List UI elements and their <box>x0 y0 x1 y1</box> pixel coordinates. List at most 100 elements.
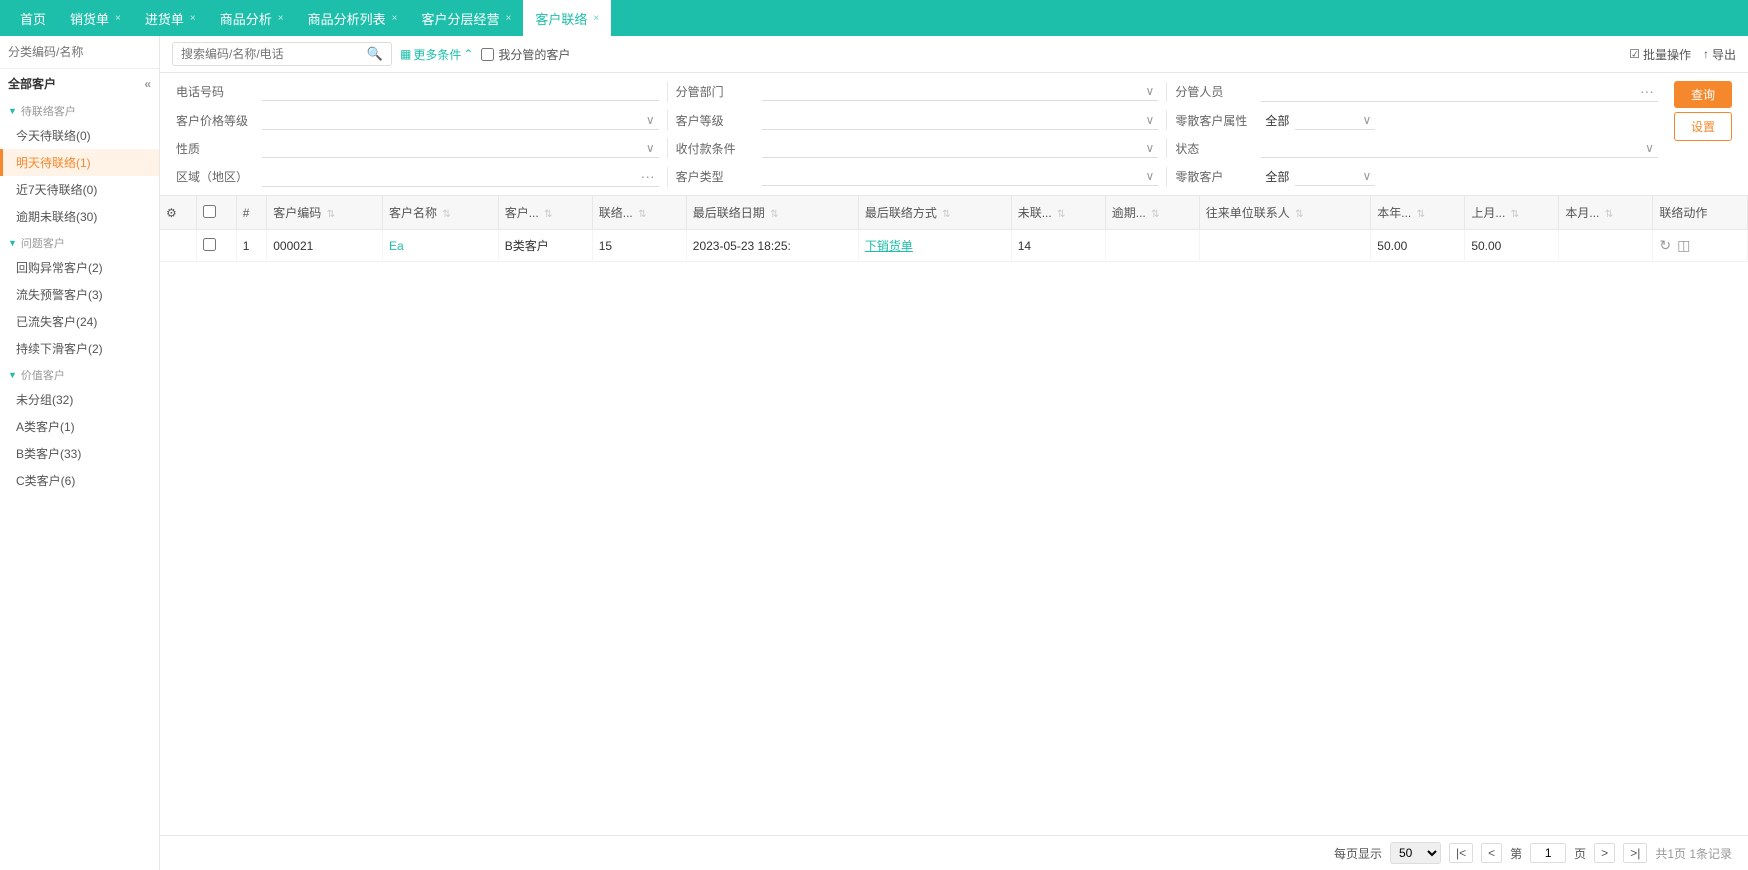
sidebar-item[interactable]: 逾期未联络(30) <box>0 203 159 230</box>
my-customers-checkbox[interactable]: 我分管的客户 <box>481 46 570 63</box>
collapse-icon[interactable]: « <box>144 77 151 91</box>
sidebar-item[interactable]: B类客户(33) <box>0 440 159 467</box>
sidebar-item[interactable]: 回购异常客户(2) <box>0 254 159 281</box>
sidebar-item[interactable]: 持续下滑客户(2) <box>0 335 159 362</box>
export-btn[interactable]: ↑ 导出 <box>1703 46 1736 63</box>
chevron-down-icon-2: ∨ <box>646 113 655 127</box>
filter-price-level-select[interactable]: ∨ <box>262 111 659 130</box>
col-company-contact[interactable]: 往来单位联系人 ⇅ <box>1199 196 1370 230</box>
nav-item-销货单[interactable]: 销货单× <box>58 0 133 36</box>
col-last-month[interactable]: 上月... ⇅ <box>1465 196 1559 230</box>
nav-item-进货单[interactable]: 进货单× <box>133 0 208 36</box>
ellipsis-icon-2: ··· <box>641 168 655 184</box>
close-icon[interactable]: × <box>278 13 284 24</box>
row-name[interactable]: Ea <box>382 230 498 262</box>
grid-action-icon[interactable]: ◫ <box>1677 237 1690 254</box>
sidebar: 🔍 全部客户 « 待联络客户今天待联络(0)明天待联络(1)近7天待联络(0)逾… <box>0 36 160 870</box>
nav-item-商品分析[interactable]: 商品分析× <box>208 0 296 36</box>
filter-payment-select[interactable]: ∨ <box>762 139 1159 158</box>
sidebar-item[interactable]: 流失预警客户(3) <box>0 281 159 308</box>
close-icon[interactable]: × <box>505 13 511 24</box>
filter-retail-attr-select[interactable]: ∨ <box>1295 111 1375 130</box>
sidebar-group-待联络客户[interactable]: 待联络客户 <box>0 98 159 122</box>
chevron-down-icon-7: ∨ <box>1645 141 1654 155</box>
nav-item-首页[interactable]: 首页 <box>8 0 58 36</box>
row-this-year: 50.00 <box>1371 230 1465 262</box>
close-icon[interactable]: × <box>392 13 398 24</box>
row-last-contact-method[interactable]: 下销货单 <box>858 230 1011 262</box>
col-overdue[interactable]: 逾期... ⇅ <box>1105 196 1199 230</box>
more-conditions-btn[interactable]: ▦ 更多条件 ⌃ <box>400 46 473 63</box>
col-not-contacted[interactable]: 未联... ⇅ <box>1011 196 1105 230</box>
row-checkbox[interactable] <box>196 230 236 262</box>
filter-manager-select[interactable]: ··· <box>1261 81 1658 102</box>
batch-op-icon: ☑ <box>1629 47 1640 61</box>
sidebar-group-问题客户[interactable]: 问题客户 <box>0 230 159 254</box>
per-page-select[interactable]: 50 100 <box>1390 842 1441 864</box>
col-this-year[interactable]: 本年... ⇅ <box>1371 196 1465 230</box>
next-page-btn[interactable]: > <box>1594 843 1615 863</box>
row-select-checkbox[interactable] <box>203 238 216 251</box>
filter-retail-select[interactable]: ∨ <box>1295 167 1375 186</box>
col-type[interactable]: 客户... ⇅ <box>498 196 592 230</box>
filter-icon: ▦ <box>400 47 411 61</box>
sidebar-item[interactable]: 未分组(32) <box>0 386 159 413</box>
sidebar-item[interactable]: A类客户(1) <box>0 413 159 440</box>
row-last-month: 50.00 <box>1465 230 1559 262</box>
sidebar-item[interactable]: 近7天待联络(0) <box>0 176 159 203</box>
nav-item-客户联络[interactable]: 客户联络× <box>523 0 611 36</box>
close-icon[interactable]: × <box>593 13 599 24</box>
toolbar: 🔍 ▦ 更多条件 ⌃ 我分管的客户 ☑ 批量操作 ↑ 导出 <box>160 36 1748 73</box>
customers-table: ⚙ # 客户编码 ⇅ 客户名称 ⇅ 客户... ⇅ 联络... ⇅ 最后联络日期… <box>160 196 1748 262</box>
sidebar-item[interactable]: 已流失客户(24) <box>0 308 159 335</box>
ellipsis-icon: ··· <box>1640 83 1654 99</box>
refresh-action-icon[interactable]: ↻ <box>1659 237 1671 254</box>
col-last-contact-date[interactable]: 最后联络日期 ⇅ <box>686 196 858 230</box>
row-settings <box>160 230 196 262</box>
close-icon[interactable]: × <box>115 13 121 24</box>
col-checkbox[interactable] <box>196 196 236 230</box>
filter-status-label: 状态 <box>1175 140 1255 157</box>
col-settings[interactable]: ⚙ <box>160 196 196 230</box>
pagination-bar: 每页显示 50 100 |< < 第 页 > >| 共1页 1条记录 <box>160 835 1748 870</box>
filter-region-select[interactable]: ··· <box>262 166 659 187</box>
sidebar-item[interactable]: C类客户(6) <box>0 467 159 494</box>
settings-button[interactable]: 设置 <box>1674 112 1732 141</box>
nav-item-商品分析列表[interactable]: 商品分析列表× <box>296 0 410 36</box>
filter-payment-label: 收付款条件 <box>676 140 756 157</box>
page-input[interactable] <box>1530 843 1566 863</box>
nav-item-客户分层经营[interactable]: 客户分层经营× <box>409 0 523 36</box>
all-customers-header[interactable]: 全部客户 « <box>0 69 159 98</box>
col-contact[interactable]: 联络... ⇅ <box>592 196 686 230</box>
filter-customer-level-select[interactable]: ∨ <box>762 111 1159 130</box>
query-button[interactable]: 查询 <box>1674 81 1732 108</box>
first-page-btn[interactable]: |< <box>1449 843 1473 863</box>
toolbar-search-input[interactable] <box>181 47 367 61</box>
toolbar-right: ☑ 批量操作 ↑ 导出 <box>1629 46 1736 63</box>
select-all-checkbox[interactable] <box>203 205 216 218</box>
table-row: 1 000021 Ea B类客户 15 2023-05-23 18:25: 下销… <box>160 230 1748 262</box>
sidebar-item[interactable]: 明天待联络(1) <box>0 149 159 176</box>
row-not-contacted: 14 <box>1011 230 1105 262</box>
filter-status-select[interactable]: ∨ <box>1261 139 1658 158</box>
sidebar-search-input[interactable] <box>8 45 160 59</box>
sidebar-item[interactable]: 今天待联络(0) <box>0 122 159 149</box>
col-this-month[interactable]: 本月... ⇅ <box>1559 196 1653 230</box>
chevron-down-icon-5: ∨ <box>646 141 655 155</box>
filter-dept-select[interactable]: ∨ <box>762 82 1159 101</box>
my-customers-check[interactable] <box>481 48 494 61</box>
filter-customer-type-select[interactable]: ∨ <box>762 167 1159 186</box>
batch-op-btn[interactable]: ☑ 批量操作 <box>1629 46 1691 63</box>
last-page-btn[interactable]: >| <box>1623 843 1647 863</box>
col-code[interactable]: 客户编码 ⇅ <box>267 196 383 230</box>
filter-nature-select[interactable]: ∨ <box>262 139 659 158</box>
chevron-down-icon-4: ∨ <box>1363 113 1372 127</box>
sidebar-group-价值客户[interactable]: 价值客户 <box>0 362 159 386</box>
filter-customer-level-label: 客户等级 <box>676 112 756 129</box>
prev-page-btn[interactable]: < <box>1481 843 1502 863</box>
toolbar-search-icon[interactable]: 🔍 <box>367 46 383 62</box>
filter-phone-input[interactable] <box>262 82 659 101</box>
col-name[interactable]: 客户名称 ⇅ <box>382 196 498 230</box>
close-icon[interactable]: × <box>190 13 196 24</box>
col-last-contact-method[interactable]: 最后联络方式 ⇅ <box>858 196 1011 230</box>
